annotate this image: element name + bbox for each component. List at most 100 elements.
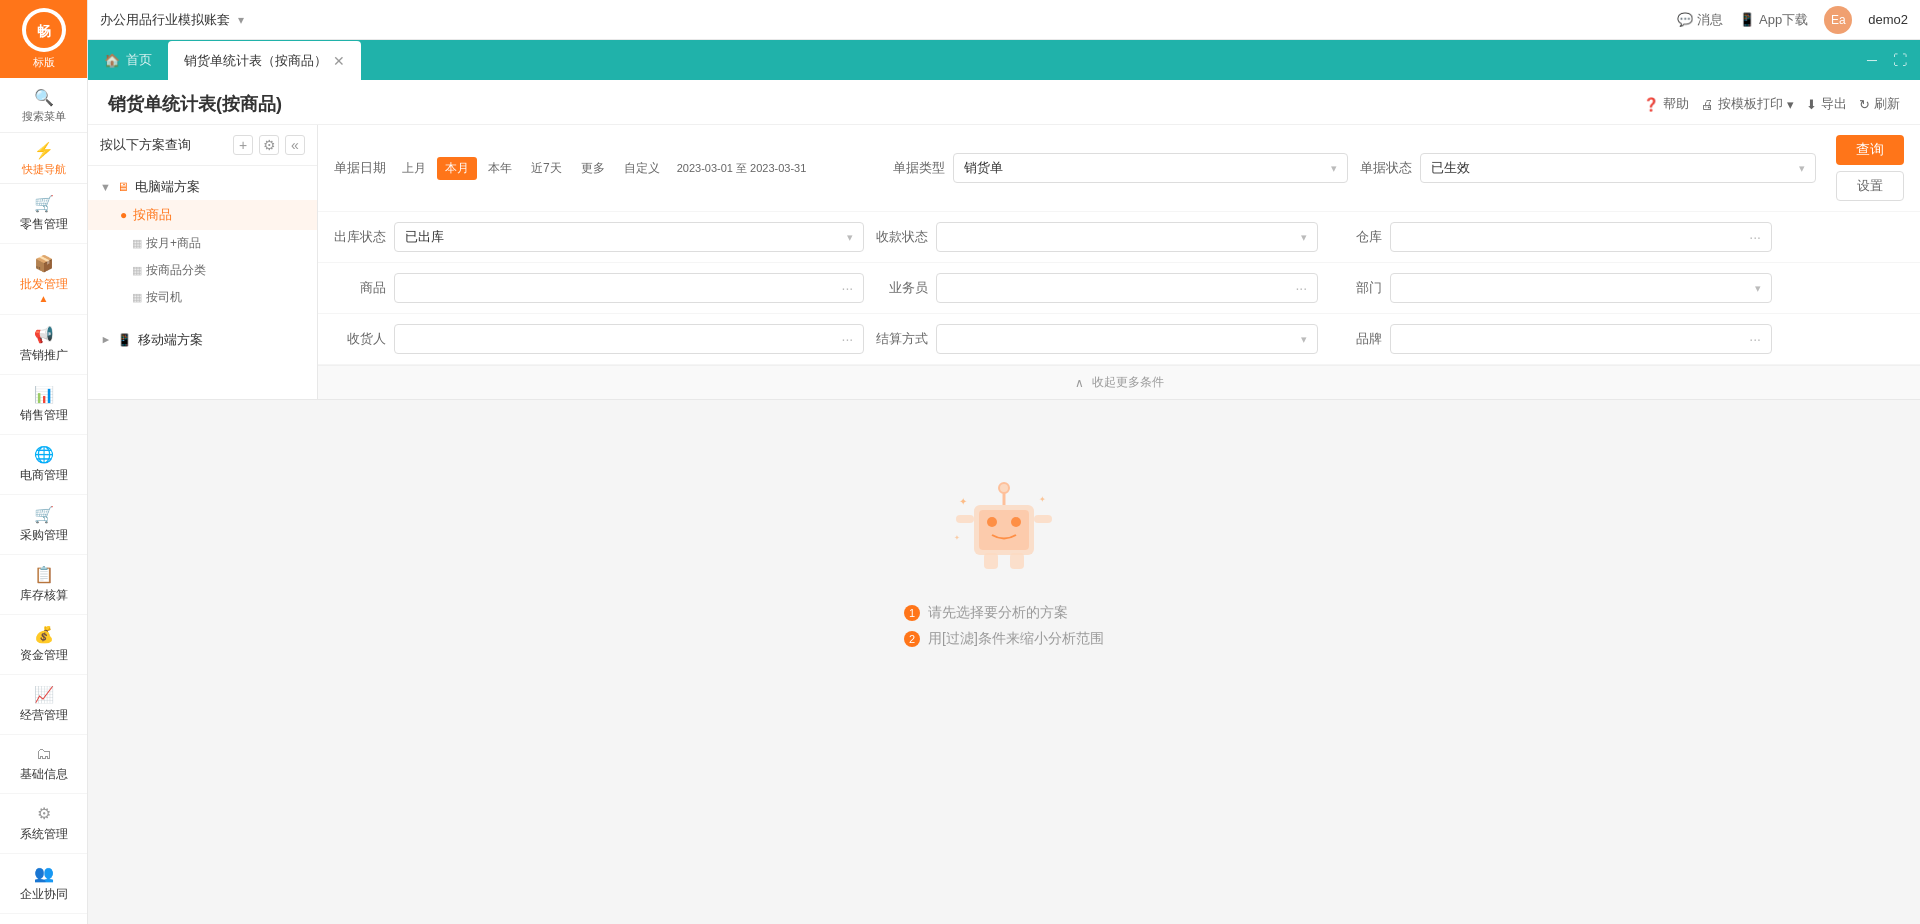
- avatar-text: Ea: [1831, 13, 1846, 27]
- status-filter-control[interactable]: 已生效 ▾: [1420, 153, 1816, 183]
- sales-label: 销售管理: [20, 407, 68, 424]
- date-tab-more[interactable]: 更多: [573, 157, 613, 180]
- svg-point-7: [999, 483, 1009, 493]
- sidebar-item-guide[interactable]: 🎯 新手引导: [0, 914, 87, 924]
- app-download-action[interactable]: 📱 App下载: [1739, 11, 1808, 29]
- enterprise-label: 企业协同: [20, 886, 68, 903]
- sidebar-item-marketing[interactable]: 📢 营销推广: [0, 315, 87, 375]
- warehouse-dots[interactable]: ···: [1749, 229, 1761, 245]
- filter-row-3: 商品 ··· 业务员 ··· 部门: [318, 263, 1920, 314]
- tabbar: 🏠 首页 销货单统计表（按商品） ✕ ─ ⛶: [88, 40, 1920, 80]
- svg-text:✦: ✦: [954, 534, 960, 541]
- settlement-filter-group: 结算方式 ▾: [876, 324, 1318, 354]
- print-btn[interactable]: 🖨 按模板打印 ▾: [1701, 95, 1794, 113]
- date-tab-7days[interactable]: 近7天: [523, 157, 570, 180]
- warehouse-control[interactable]: ···: [1390, 222, 1772, 252]
- product-control[interactable]: ···: [394, 273, 864, 303]
- tab-close-icon[interactable]: ✕: [333, 54, 345, 68]
- empty-text-list: 请先选择要分析的方案 用[过滤]条件来缩小分析范围: [904, 600, 1104, 652]
- scheme-item-by-month-product[interactable]: ▦ 按月+商品: [88, 230, 317, 257]
- scheme-group-desktop-title[interactable]: ▼ 🖥 电脑端方案: [88, 174, 317, 200]
- message-action[interactable]: 💬 消息: [1677, 11, 1723, 29]
- sidebar-item-finance[interactable]: 💰 资金管理: [0, 615, 87, 675]
- scheme-item-by-driver-label: 按司机: [146, 289, 182, 306]
- scheme-group-mobile-title[interactable]: ▼ 📱 移动端方案: [88, 327, 317, 353]
- sidebar-item-inventory[interactable]: 📋 库存核算: [0, 555, 87, 615]
- receiver-control[interactable]: ···: [394, 324, 864, 354]
- scheme-item-by-product-label: 按商品: [133, 206, 172, 224]
- wholesale-label: 批发管理: [20, 276, 68, 293]
- sales-rep-dots[interactable]: ···: [1295, 280, 1307, 296]
- type-filter-label: 单据类型: [893, 159, 945, 177]
- sidebar-item-operations[interactable]: 📈 经营管理: [0, 675, 87, 735]
- scheme-header: 按以下方案查询 + ⚙ «: [88, 125, 317, 166]
- scheme-item-icon: ●: [120, 208, 127, 222]
- brand-control[interactable]: ···: [1390, 324, 1772, 354]
- payment-status-filter-group: 收款状态 ▾: [876, 222, 1318, 252]
- warehouse-status-control[interactable]: 已出库 ▾: [394, 222, 864, 252]
- date-tab-custom[interactable]: 自定义: [616, 157, 668, 180]
- payment-status-control[interactable]: ▾: [936, 222, 1318, 252]
- sidebar-item-wholesale[interactable]: 📦 批发管理 ▲: [0, 244, 87, 315]
- sidebar-item-ecommerce[interactable]: 🌐 电商管理: [0, 435, 87, 495]
- date-tab-last-month[interactable]: 上月: [394, 157, 434, 180]
- scheme-settings-btn[interactable]: ⚙: [259, 135, 279, 155]
- settings-button[interactable]: 设置: [1836, 171, 1904, 201]
- svg-text:✦: ✦: [959, 496, 967, 507]
- scheme-item-by-driver[interactable]: ▦ 按司机: [88, 284, 317, 311]
- sales-rep-control[interactable]: ···: [936, 273, 1318, 303]
- empty-text-line1-text: 请先选择要分析的方案: [928, 604, 1068, 622]
- marketing-label: 营销推广: [20, 347, 68, 364]
- logo-subtitle: 标版: [33, 55, 55, 70]
- tab-sales-stat-label: 销货单统计表（按商品）: [184, 52, 327, 70]
- topbar-dropdown-arrow[interactable]: ▾: [238, 13, 244, 27]
- scheme-item-by-category[interactable]: ▦ 按商品分类: [88, 257, 317, 284]
- brand-dots[interactable]: ···: [1749, 331, 1761, 347]
- operations-label: 经营管理: [20, 707, 68, 724]
- message-label: 消息: [1697, 11, 1723, 29]
- settlement-control[interactable]: ▾: [936, 324, 1318, 354]
- date-tab-this-year[interactable]: 本年: [480, 157, 520, 180]
- sidebar-item-basic[interactable]: 🗂 基础信息: [0, 735, 87, 794]
- scheme-item-by-product[interactable]: ● 按商品: [88, 200, 317, 230]
- scheme-collapse-btn[interactable]: «: [285, 135, 305, 155]
- date-tabs-group: 上月 本月 本年 近7天 更多 自定义 2023-03-01 至 2023-03…: [394, 157, 881, 180]
- warehouse-status-filter-group: 出库状态 已出库 ▾: [334, 222, 864, 252]
- collapse-bar[interactable]: ∧ 收起更多条件: [318, 365, 1920, 399]
- search-icon: 🔍: [34, 88, 54, 107]
- tabbar-minimize-btn[interactable]: ─: [1860, 48, 1884, 72]
- dept-arrow: ▾: [1755, 282, 1761, 295]
- scheme-add-btn[interactable]: +: [233, 135, 253, 155]
- marketing-icon: 📢: [34, 325, 54, 344]
- user-avatar[interactable]: Ea: [1824, 6, 1852, 34]
- receiver-dots[interactable]: ···: [842, 331, 854, 347]
- sidebar-item-system[interactable]: ⚙ 系统管理: [0, 794, 87, 854]
- export-btn[interactable]: ⬇ 导出: [1806, 95, 1847, 113]
- dept-control[interactable]: ▾: [1390, 273, 1772, 303]
- help-btn[interactable]: ❓ 帮助: [1643, 95, 1689, 113]
- sidebar-quick-nav[interactable]: ⚡ 快捷导航: [0, 133, 87, 184]
- product-dots[interactable]: ···: [842, 280, 854, 296]
- sidebar-item-sales[interactable]: 📊 销售管理: [0, 375, 87, 435]
- query-button[interactable]: 查询: [1836, 135, 1904, 165]
- sales-icon: 📊: [34, 385, 54, 404]
- dept-label: 部门: [1330, 279, 1382, 297]
- date-tab-this-month[interactable]: 本月: [437, 157, 477, 180]
- tab-home[interactable]: 🏠 首页: [88, 40, 168, 80]
- scheme-group-mobile-arrow: ▼: [99, 335, 111, 346]
- sidebar-item-enterprise[interactable]: 👥 企业协同: [0, 854, 87, 914]
- refresh-btn[interactable]: ↻ 刷新: [1859, 95, 1900, 113]
- help-icon: ❓: [1643, 97, 1659, 112]
- brand-label: 品牌: [1330, 330, 1382, 348]
- sidebar-search[interactable]: 🔍 搜索菜单: [0, 78, 87, 133]
- tab-sales-stat[interactable]: 销货单统计表（按商品） ✕: [168, 41, 361, 81]
- warehouse-filter-group: 仓库 ···: [1330, 222, 1772, 252]
- refresh-icon: ↻: [1859, 97, 1870, 112]
- tabbar-maximize-btn[interactable]: ⛶: [1888, 48, 1912, 72]
- type-filter-control[interactable]: 销货单 ▾: [953, 153, 1349, 183]
- sidebar-item-retail[interactable]: 🛒 零售管理: [0, 184, 87, 244]
- type-filter-value: 销货单: [964, 159, 1003, 177]
- sidebar-item-procurement[interactable]: 🛒 采购管理: [0, 495, 87, 555]
- sidebar-logo[interactable]: 畅 标版: [0, 0, 87, 78]
- finance-icon: 💰: [34, 625, 54, 644]
